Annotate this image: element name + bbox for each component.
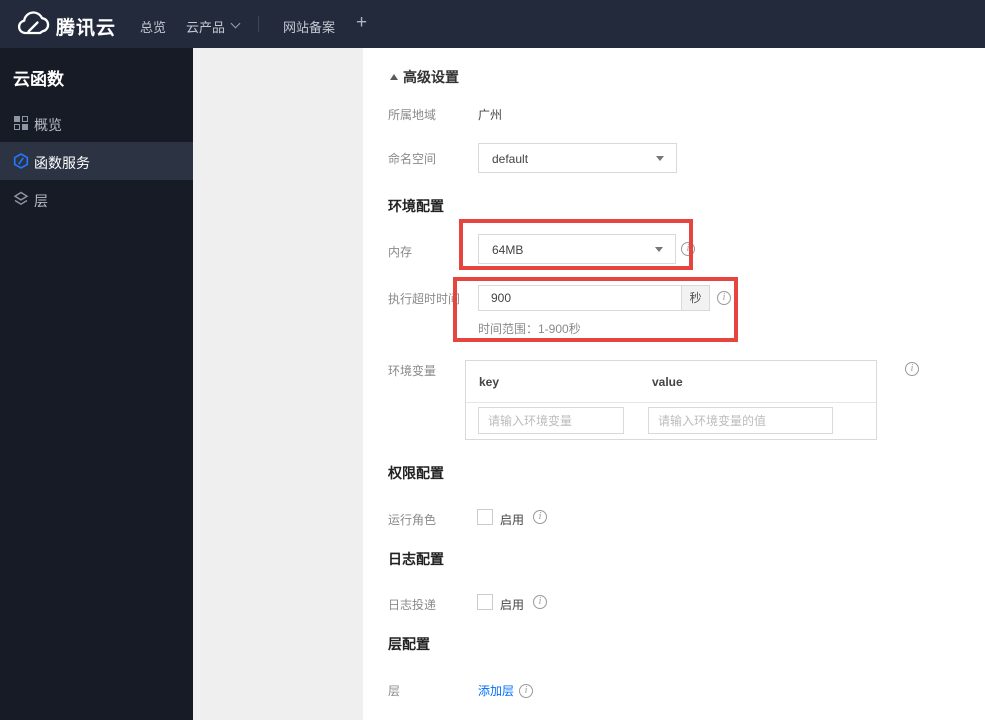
env-key-column-header: key <box>479 375 500 389</box>
memory-select[interactable]: 64MB <box>478 234 676 264</box>
sidebar: 云函数 概览 函数服务 层 <box>0 48 193 720</box>
collapse-triangle-icon[interactable] <box>390 74 398 80</box>
grid-icon <box>14 116 28 130</box>
log-delivery-checkbox[interactable] <box>477 594 493 610</box>
sidebar-item-layers[interactable]: 层 <box>0 180 193 218</box>
namespace-selected-value: default <box>492 152 529 166</box>
sidebar-item-overview[interactable]: 概览 <box>0 104 193 142</box>
permission-config-header: 权限配置 <box>388 465 444 481</box>
env-value-input[interactable] <box>648 407 833 434</box>
info-icon[interactable]: i <box>717 291 731 305</box>
layer-config-header: 层配置 <box>388 636 430 652</box>
hexagon-function-icon <box>13 153 29 169</box>
info-icon[interactable]: i <box>681 242 695 256</box>
brand-title[interactable]: 腾讯云 <box>56 13 116 40</box>
sidebar-item-label: 函数服务 <box>34 155 90 171</box>
namespace-select[interactable]: default <box>478 143 677 173</box>
layers-icon <box>13 191 29 206</box>
topbar: 腾讯云 总览 云产品 网站备案 + <box>0 0 985 48</box>
info-icon[interactable]: i <box>533 510 547 524</box>
sidebar-item-function-service[interactable]: 函数服务 <box>0 142 193 180</box>
run-role-enable-label: 启用 <box>500 513 525 527</box>
log-delivery-label: 日志投递 <box>388 598 437 612</box>
info-icon[interactable]: i <box>533 595 547 609</box>
timeout-input[interactable] <box>478 285 682 311</box>
tencent-cloud-logo-icon[interactable] <box>15 10 51 38</box>
add-layer-link[interactable]: 添加层 <box>478 682 514 699</box>
run-role-checkbox[interactable] <box>477 509 493 525</box>
env-vars-header-row: key value <box>466 361 876 403</box>
add-tab-icon[interactable]: + <box>356 12 367 34</box>
memory-label: 内存 <box>388 245 413 259</box>
secondary-panel <box>193 48 363 720</box>
chevron-down-icon <box>655 247 663 252</box>
memory-selected-value: 64MB <box>492 243 524 257</box>
sidebar-item-label: 概览 <box>34 117 62 133</box>
advanced-settings-toggle[interactable]: 高级设置 <box>403 67 459 87</box>
timeout-hint: 时间范围：1-900秒 <box>478 322 581 336</box>
env-config-header: 环境配置 <box>388 198 444 214</box>
chevron-down-icon <box>230 18 241 29</box>
region-value: 广州 <box>478 108 503 122</box>
info-icon[interactable]: i <box>519 684 533 698</box>
nav-item-products[interactable]: 云产品 <box>186 17 225 36</box>
info-icon[interactable]: i <box>905 362 919 376</box>
timeout-label: 执行超时时间 <box>388 292 461 306</box>
namespace-label: 命名空间 <box>388 152 437 166</box>
nav-divider <box>258 16 259 32</box>
app-root: 腾讯云 总览 云产品 网站备案 + 云函数 概览 函数服务 层 高级设置 所属地… <box>0 0 985 720</box>
chevron-down-icon <box>656 156 664 161</box>
timeout-unit: 秒 <box>682 285 710 311</box>
log-config-header: 日志配置 <box>388 551 444 567</box>
run-role-label: 运行角色 <box>388 513 437 527</box>
env-key-input[interactable] <box>478 407 624 434</box>
region-label: 所属地域 <box>388 108 437 122</box>
sidebar-item-label: 层 <box>34 193 48 209</box>
nav-item-overview[interactable]: 总览 <box>140 17 166 36</box>
env-value-column-header: value <box>652 375 683 389</box>
layer-label: 层 <box>388 684 401 698</box>
sidebar-title: 云函数 <box>13 70 64 89</box>
env-vars-label: 环境变量 <box>388 364 437 378</box>
log-delivery-enable-label: 启用 <box>500 598 525 612</box>
nav-item-beian[interactable]: 网站备案 <box>283 17 335 36</box>
